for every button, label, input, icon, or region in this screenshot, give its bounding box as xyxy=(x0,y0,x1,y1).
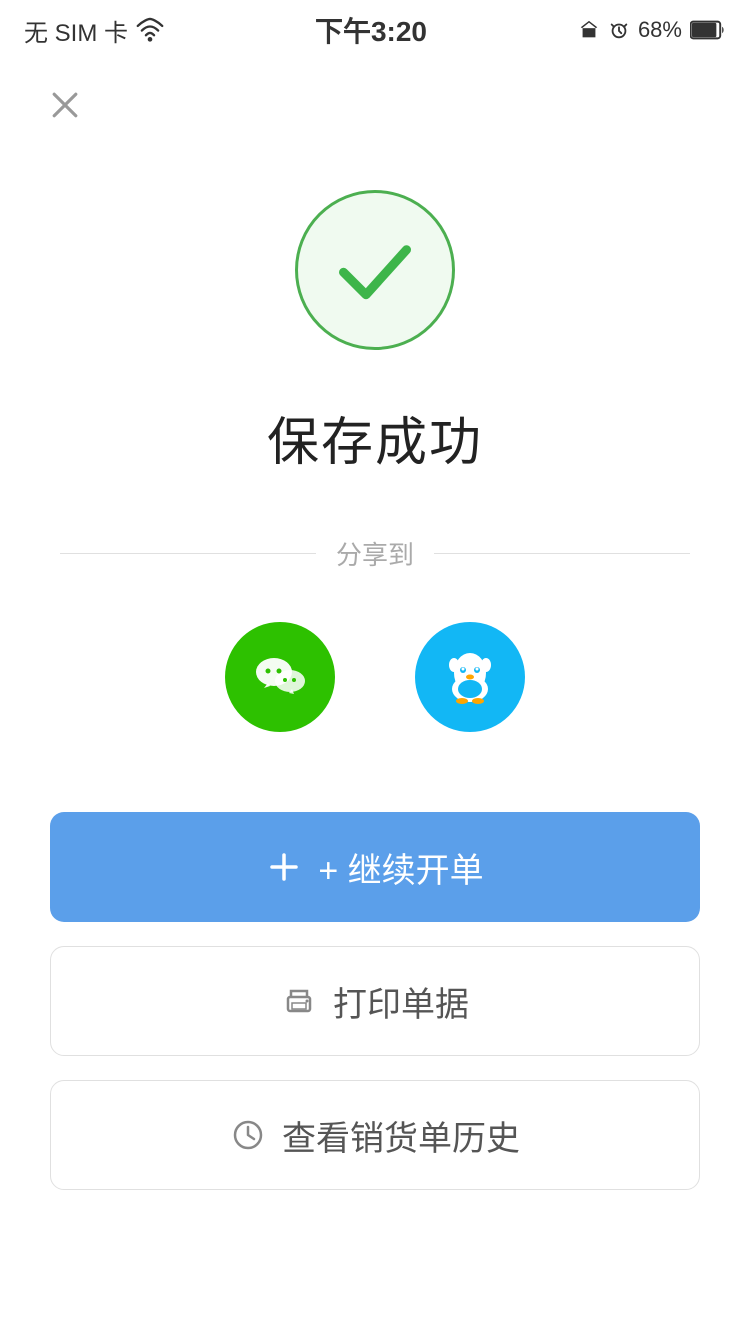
share-icons xyxy=(0,622,750,732)
share-label: 分享到 xyxy=(336,535,414,572)
battery-icon xyxy=(690,20,726,40)
plus-icon xyxy=(266,849,302,885)
action-buttons: + 继续开单 打印单据 查看销货单历史 xyxy=(0,812,750,1190)
history-button[interactable]: 查看销货单历史 xyxy=(50,1080,700,1190)
sim-status: 无 SIM 卡 xyxy=(24,13,128,48)
share-section: 分享到 xyxy=(0,535,750,732)
share-divider: 分享到 xyxy=(0,535,750,572)
history-icon xyxy=(230,1117,266,1153)
qq-icon xyxy=(438,645,503,710)
success-title: 保存成功 xyxy=(267,400,483,475)
success-icon-circle xyxy=(295,190,455,350)
continue-button-label: + 继续开单 xyxy=(318,843,483,892)
wechat-share-button[interactable] xyxy=(225,622,335,732)
checkmark-icon xyxy=(330,225,420,315)
close-button[interactable] xyxy=(40,80,90,130)
status-right: 68% xyxy=(578,17,726,43)
alarm-icon xyxy=(608,19,630,41)
wifi-icon xyxy=(136,16,164,44)
main-content: 保存成功 分享到 xyxy=(0,130,750,1190)
history-button-label: 查看销货单历史 xyxy=(282,1111,520,1160)
print-button[interactable]: 打印单据 xyxy=(50,946,700,1056)
battery-percentage: 68% xyxy=(638,17,682,43)
status-left: 无 SIM 卡 xyxy=(24,13,164,48)
qq-share-button[interactable] xyxy=(415,622,525,732)
status-time: 下午3:20 xyxy=(315,10,427,50)
continue-button[interactable]: + 继续开单 xyxy=(50,812,700,922)
wechat-icon xyxy=(248,645,313,710)
location-icon xyxy=(578,19,600,41)
status-bar: 无 SIM 卡 下午3:20 68% xyxy=(0,0,750,60)
printer-icon xyxy=(281,983,317,1019)
print-button-label: 打印单据 xyxy=(333,977,469,1026)
